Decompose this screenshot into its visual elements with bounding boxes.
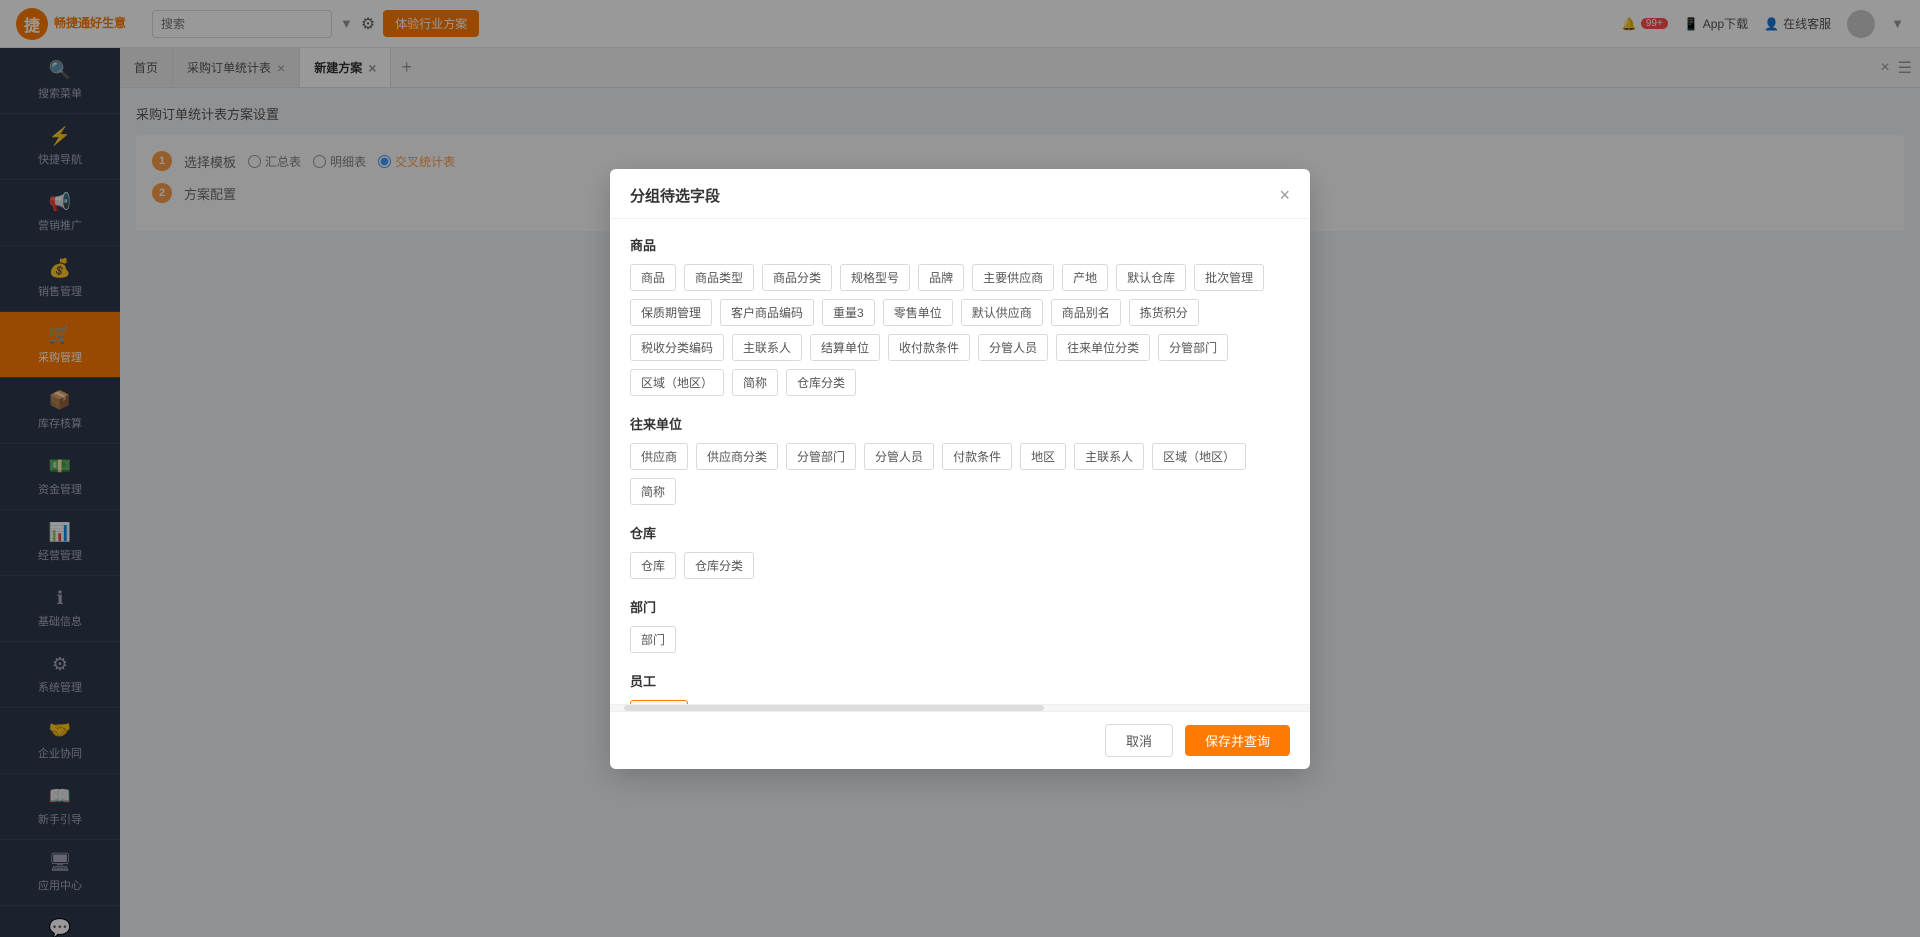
cancel-button[interactable]: 取消 <box>1105 724 1173 757</box>
modal-overlay: 分组待选字段 × 商品 商品 商品类型 商品分类 规格型号 品牌 主要供应商 产… <box>0 0 1920 937</box>
field-goods-dept[interactable]: 分管部门 <box>1158 334 1228 361</box>
field-goods-weight[interactable]: 重量3 <box>822 299 875 326</box>
section-dept-fields: 部门 <box>630 626 1290 653</box>
section-partner-fields: 供应商 供应商分类 分管部门 分管人员 付款条件 地区 主联系人 区域（地区） … <box>630 443 1290 505</box>
field-goods-alias[interactable]: 商品别名 <box>1051 299 1121 326</box>
field-partner-manager[interactable]: 分管人员 <box>864 443 934 470</box>
field-goods-manager[interactable]: 分管人员 <box>978 334 1048 361</box>
field-partner-abbr[interactable]: 简称 <box>630 478 676 505</box>
field-goods-category[interactable]: 商品分类 <box>762 264 832 291</box>
modal: 分组待选字段 × 商品 商品 商品类型 商品分类 规格型号 品牌 主要供应商 产… <box>610 169 1310 769</box>
field-goods-payment-terms[interactable]: 收付款条件 <box>888 334 970 361</box>
section-goods-title: 商品 <box>630 235 1290 254</box>
field-goods-goods[interactable]: 商品 <box>630 264 676 291</box>
field-partner-area[interactable]: 区域（地区） <box>1152 443 1246 470</box>
modal-body: 商品 商品 商品类型 商品分类 规格型号 品牌 主要供应商 产地 默认仓库 批次… <box>610 219 1310 705</box>
field-partner-payment[interactable]: 付款条件 <box>942 443 1012 470</box>
section-partner-title: 往来单位 <box>630 414 1290 433</box>
field-goods-abbr[interactable]: 简称 <box>732 369 778 396</box>
field-warehouse-warehouse[interactable]: 仓库 <box>630 552 676 579</box>
field-goods-retail-unit[interactable]: 零售单位 <box>883 299 953 326</box>
field-goods-points[interactable]: 拣货积分 <box>1129 299 1199 326</box>
field-goods-region[interactable]: 区域（地区） <box>630 369 724 396</box>
field-goods-batch[interactable]: 批次管理 <box>1194 264 1264 291</box>
field-goods-settlement-unit[interactable]: 结算单位 <box>810 334 880 361</box>
field-dept-dept[interactable]: 部门 <box>630 626 676 653</box>
field-warehouse-category[interactable]: 仓库分类 <box>684 552 754 579</box>
field-goods-contact[interactable]: 主联系人 <box>732 334 802 361</box>
horizontal-scrollbar[interactable] <box>610 704 1310 710</box>
field-goods-default-supplier[interactable]: 默认供应商 <box>961 299 1043 326</box>
section-goods: 商品 商品 商品类型 商品分类 规格型号 品牌 主要供应商 产地 默认仓库 批次… <box>630 235 1290 396</box>
section-employee: 员工 业务员 <box>630 671 1290 705</box>
field-partner-region[interactable]: 地区 <box>1020 443 1066 470</box>
field-goods-spec[interactable]: 规格型号 <box>840 264 910 291</box>
section-warehouse-title: 仓库 <box>630 523 1290 542</box>
field-goods-shelf-life[interactable]: 保质期管理 <box>630 299 712 326</box>
modal-close-btn[interactable]: × <box>1279 185 1290 206</box>
section-partner: 往来单位 供应商 供应商分类 分管部门 分管人员 付款条件 地区 主联系人 区域… <box>630 414 1290 505</box>
field-partner-dept[interactable]: 分管部门 <box>786 443 856 470</box>
modal-footer: 取消 保存并查询 <box>610 711 1310 769</box>
scrollbar-thumb <box>624 705 1044 710</box>
section-dept: 部门 部门 <box>630 597 1290 653</box>
field-partner-supplier[interactable]: 供应商 <box>630 443 688 470</box>
field-goods-default-warehouse[interactable]: 默认仓库 <box>1116 264 1186 291</box>
section-goods-fields: 商品 商品类型 商品分类 规格型号 品牌 主要供应商 产地 默认仓库 批次管理 … <box>630 264 1290 396</box>
section-employee-title: 员工 <box>630 671 1290 690</box>
field-goods-tax-code[interactable]: 税收分类编码 <box>630 334 724 361</box>
field-goods-partner-category[interactable]: 往来单位分类 <box>1056 334 1150 361</box>
section-dept-title: 部门 <box>630 597 1290 616</box>
field-partner-supplier-category[interactable]: 供应商分类 <box>696 443 778 470</box>
section-warehouse-fields: 仓库 仓库分类 <box>630 552 1290 579</box>
section-warehouse: 仓库 仓库 仓库分类 <box>630 523 1290 579</box>
field-goods-origin[interactable]: 产地 <box>1062 264 1108 291</box>
field-goods-type[interactable]: 商品类型 <box>684 264 754 291</box>
confirm-button[interactable]: 保存并查询 <box>1185 725 1290 756</box>
field-goods-main-supplier[interactable]: 主要供应商 <box>972 264 1054 291</box>
field-partner-contact[interactable]: 主联系人 <box>1074 443 1144 470</box>
field-goods-brand[interactable]: 品牌 <box>918 264 964 291</box>
modal-header: 分组待选字段 × <box>610 169 1310 219</box>
field-goods-customer-code[interactable]: 客户商品编码 <box>720 299 814 326</box>
field-goods-warehouse-category[interactable]: 仓库分类 <box>786 369 856 396</box>
modal-title: 分组待选字段 <box>630 185 720 206</box>
